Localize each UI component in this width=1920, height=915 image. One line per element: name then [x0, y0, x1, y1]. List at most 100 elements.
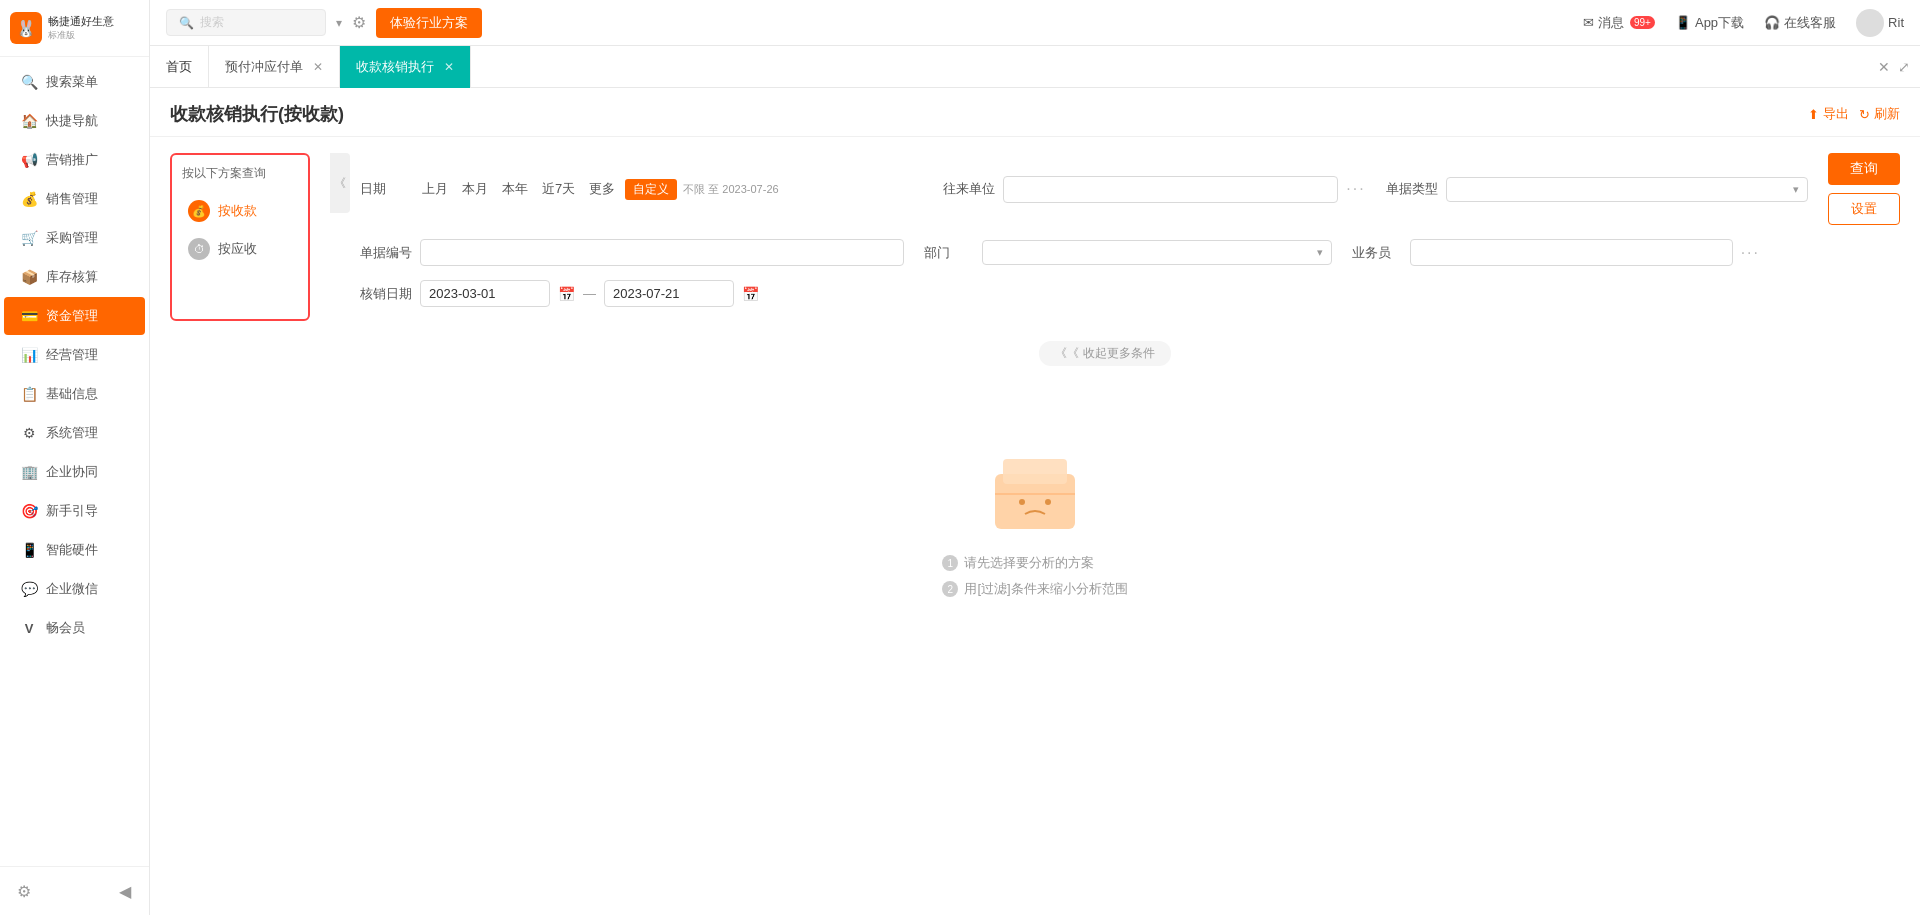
filter-area: 按以下方案查询 💰 按收款 ⏱ 按应收 《 — [150, 137, 1920, 337]
logo-text-block: 畅捷通好生意 标准版 — [42, 14, 114, 42]
sidebar: 🐰 畅捷通好生意 标准版 🔍 搜索菜单 🏠 快捷导航 📢 营销推广 💰 销售管理… — [0, 0, 150, 915]
form-row-2: 单据编号 部门 ▾ 业务员 — [360, 239, 1900, 266]
collapse-more-button[interactable]: 《《 收起更多条件 — [1039, 341, 1171, 366]
tab-writeoff-label: 收款核销执行 — [356, 58, 434, 76]
sidebar-label-finance: 资金管理 — [46, 307, 98, 325]
export-icon: ⬆ — [1808, 107, 1819, 122]
collapse-left-icon: 《 — [334, 175, 346, 192]
finance-icon: 💳 — [20, 307, 38, 325]
app-logo: 🐰 畅捷通好生意 标准版 — [0, 0, 149, 57]
dept-label: 部门 — [924, 244, 974, 262]
sidebar-label-quick: 快捷导航 — [46, 112, 98, 130]
writeoff-end-calendar-icon[interactable]: 📅 — [742, 286, 759, 302]
filter-sidebar-title: 按以下方案查询 — [182, 165, 298, 182]
sidebar-item-operations[interactable]: 📊 经营管理 — [4, 336, 145, 374]
staff-dots-icon[interactable]: ··· — [1741, 244, 1760, 262]
counterparty-dots-icon[interactable]: ··· — [1346, 180, 1365, 198]
sidebar-menu: 🔍 搜索菜单 🏠 快捷导航 📢 营销推广 💰 销售管理 🛒 采购管理 📦 库存核… — [0, 57, 149, 866]
online-service-item[interactable]: 🎧 在线客服 — [1764, 14, 1836, 32]
counterparty-label: 往来单位 — [943, 180, 995, 198]
sidebar-item-quick[interactable]: 🏠 快捷导航 — [4, 102, 145, 140]
tab-maximize-icon[interactable]: ⤢ — [1898, 59, 1910, 75]
header-left: 🔍 搜索 ▾ ⚙ 体验行业方案 — [166, 8, 482, 38]
tab-close-all-icon[interactable]: ✕ — [1878, 59, 1890, 75]
solution-button[interactable]: 体验行业方案 — [376, 8, 482, 38]
sidebar-item-search[interactable]: 🔍 搜索菜单 — [4, 63, 145, 101]
writeoff-start-calendar-icon[interactable]: 📅 — [558, 286, 575, 302]
logo-icon: 🐰 — [10, 12, 42, 44]
date-separator: — — [583, 286, 596, 301]
export-label: 导出 — [1823, 105, 1849, 123]
search-icon: 🔍 — [20, 73, 38, 91]
sidebar-item-enterprise[interactable]: 🏢 企业协同 — [4, 453, 145, 491]
date-tab-last-month[interactable]: 上月 — [418, 178, 452, 200]
export-button[interactable]: ⬆ 导出 — [1808, 105, 1849, 123]
date-tab-this-month[interactable]: 本月 — [458, 178, 492, 200]
header-search-box[interactable]: 🔍 搜索 — [166, 9, 326, 36]
date-tab-7days[interactable]: 近7天 — [538, 178, 579, 200]
sidebar-item-purchase[interactable]: 🛒 采购管理 — [4, 219, 145, 257]
writeoff-end-input[interactable] — [604, 280, 734, 307]
date-field: 日期 上月 本月 本年 近7天 更多 自定义 不限 至 2023-07-26 — [360, 178, 923, 200]
tab-writeoff-close[interactable]: ✕ — [444, 60, 454, 74]
receipt-option-icon: 💰 — [188, 200, 210, 222]
header-dropdown-icon[interactable]: ▾ — [336, 16, 342, 30]
sales-icon: 💰 — [20, 190, 38, 208]
header-gear-icon[interactable]: ⚙ — [352, 13, 366, 32]
empty-illustration — [975, 434, 1095, 534]
tab-prepay-label: 预付冲应付单 — [225, 58, 303, 76]
sidebar-label-enterprise: 企业协同 — [46, 463, 98, 481]
settings-button[interactable]: 设置 — [1828, 193, 1900, 225]
settings-bottom-icon[interactable]: ⚙ — [10, 877, 38, 905]
refresh-button[interactable]: ↻ 刷新 — [1859, 105, 1900, 123]
counterparty-input[interactable] — [1003, 176, 1338, 203]
collapse-more-section: 《《 收起更多条件 — [290, 337, 1920, 374]
sidebar-item-system[interactable]: ⚙ 系统管理 — [4, 414, 145, 452]
query-button[interactable]: 查询 — [1828, 153, 1900, 185]
inventory-icon: 📦 — [20, 268, 38, 286]
messages-badge: 99+ — [1630, 16, 1655, 29]
messages-item[interactable]: ✉ 消息 99+ — [1583, 14, 1655, 32]
tab-home-label: 首页 — [166, 58, 192, 76]
tab-prepay[interactable]: 预付冲应付单 ✕ — [209, 46, 340, 88]
sidebar-item-basic[interactable]: 📋 基础信息 — [4, 375, 145, 413]
sidebar-item-finance[interactable]: 💳 资金管理 — [4, 297, 145, 335]
date-tab-this-year[interactable]: 本年 — [498, 178, 532, 200]
sidebar-item-inventory[interactable]: 📦 库存核算 — [4, 258, 145, 296]
dept-select[interactable]: ▾ — [982, 240, 1332, 265]
sidebar-item-vip[interactable]: V 畅会员 — [4, 609, 145, 647]
sidebar-item-guide[interactable]: 🎯 新手引导 — [4, 492, 145, 530]
filter-collapse-button[interactable]: 《 — [330, 153, 350, 213]
sidebar-item-marketing[interactable]: 📢 营销推广 — [4, 141, 145, 179]
hardware-icon: 📱 — [20, 541, 38, 559]
marketing-icon: 📢 — [20, 151, 38, 169]
staff-input[interactable] — [1410, 239, 1733, 266]
tab-home[interactable]: 首页 — [150, 46, 209, 88]
user-avatar — [1856, 9, 1884, 37]
sidebar-item-sales[interactable]: 💰 销售管理 — [4, 180, 145, 218]
dept-arrow-icon: ▾ — [1317, 246, 1323, 259]
system-icon: ⚙ — [20, 424, 38, 442]
date-label: 日期 — [360, 180, 410, 198]
docno-input[interactable] — [420, 239, 904, 266]
tab-prepay-close[interactable]: ✕ — [313, 60, 323, 74]
collapse-sidebar-icon[interactable]: ◀ — [111, 877, 139, 905]
filter-sidebar: 按以下方案查询 💰 按收款 ⏱ 按应收 — [170, 153, 310, 321]
date-tab-more[interactable]: 更多 — [585, 178, 619, 200]
page-content: 收款核销执行(按收款) ⬆ 导出 ↻ 刷新 按以下方案查询 — [150, 88, 1920, 915]
sidebar-item-hardware[interactable]: 📱 智能硬件 — [4, 531, 145, 569]
tab-writeoff[interactable]: 收款核销执行 ✕ — [340, 46, 471, 88]
sidebar-item-wechat[interactable]: 💬 企业微信 — [4, 570, 145, 608]
filter-option-receipt[interactable]: 💰 按收款 — [182, 192, 298, 230]
filter-option-receivable[interactable]: ⏱ 按应收 — [182, 230, 298, 268]
sidebar-label-inventory: 库存核算 — [46, 268, 98, 286]
doctype-select[interactable]: ▾ — [1446, 177, 1808, 202]
date-tab-custom[interactable]: 自定义 — [625, 179, 677, 200]
app-download-item[interactable]: 📱 App下载 — [1675, 14, 1744, 32]
writeoff-start-input[interactable] — [420, 280, 550, 307]
empty-state: 1 请先选择要分析的方案 2 用[过滤]条件来缩小分析范围 — [150, 374, 1920, 698]
purchase-icon: 🛒 — [20, 229, 38, 247]
user-name: Rit — [1888, 15, 1904, 30]
header-search-placeholder: 搜索 — [200, 14, 224, 31]
user-profile[interactable]: Rit — [1856, 9, 1904, 37]
